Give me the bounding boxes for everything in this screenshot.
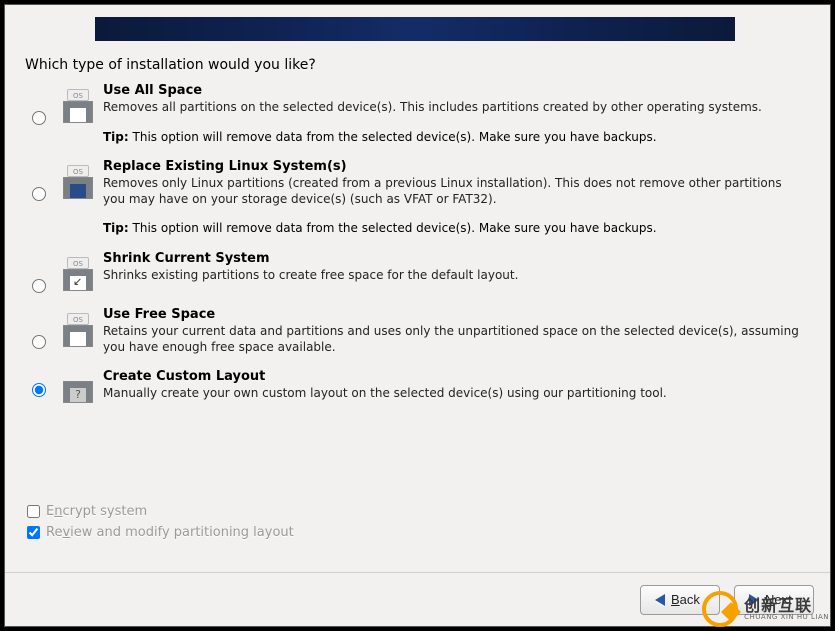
option-shrink-current[interactable]: OS Shrink Current System Shrinks existin… [25,247,810,303]
radio-use-free-space[interactable] [32,335,46,349]
option-desc: Shrinks existing partitions to create fr… [103,268,800,284]
disk-icon: OS [63,257,93,293]
disk-icon: OS [63,89,93,125]
header-banner [95,17,735,41]
option-desc: Retains your current data and partitions… [103,324,800,355]
option-desc: Manually create your own custom layout o… [103,386,800,402]
option-use-free-space[interactable]: OS Use Free Space Retains your current d… [25,303,810,365]
installer-window: Which type of installation would you lik… [4,4,831,627]
arrow-left-icon [655,594,665,606]
option-title: Use All Space [103,83,800,98]
encrypt-system-checkbox[interactable]: Encrypt system [27,504,294,519]
option-title: Use Free Space [103,307,800,322]
option-title: Shrink Current System [103,251,800,266]
arrow-right-icon [749,594,759,606]
option-desc: Removes all partitions on the selected d… [103,100,800,116]
option-use-all-space[interactable]: OS Use All Space Removes all partitions … [25,79,810,155]
next-button[interactable]: Next [734,585,814,615]
disk-icon: OS [63,165,93,201]
installation-options: OS Use All Space Removes all partitions … [25,79,810,421]
radio-replace-existing[interactable] [32,187,46,201]
radio-shrink-current[interactable] [32,279,46,293]
disk-icon-question: ? [63,375,93,411]
review-checkbox-input[interactable] [27,526,40,539]
disk-icon: OS [63,313,93,349]
additional-checkboxes: Encrypt system Review and modify partiti… [27,504,294,546]
option-title: Create Custom Layout [103,369,800,384]
encrypt-checkbox-input[interactable] [27,505,40,518]
option-desc: Removes only Linux partitions (created f… [103,176,800,207]
footer-bar: Back Next [5,572,830,626]
option-create-custom-layout[interactable]: ? Create Custom Layout Manually create y… [25,365,810,421]
installation-type-question: Which type of installation would you lik… [25,57,316,73]
option-tip: Tip: This option will remove data from t… [103,130,800,146]
radio-use-all-space[interactable] [32,111,46,125]
option-tip: Tip: This option will remove data from t… [103,221,800,237]
back-button[interactable]: Back [640,585,720,615]
option-title: Replace Existing Linux System(s) [103,159,800,174]
review-layout-checkbox[interactable]: Review and modify partitioning layout [27,525,294,540]
option-replace-existing[interactable]: OS Replace Existing Linux System(s) Remo… [25,155,810,247]
radio-create-custom-layout[interactable] [32,383,46,397]
